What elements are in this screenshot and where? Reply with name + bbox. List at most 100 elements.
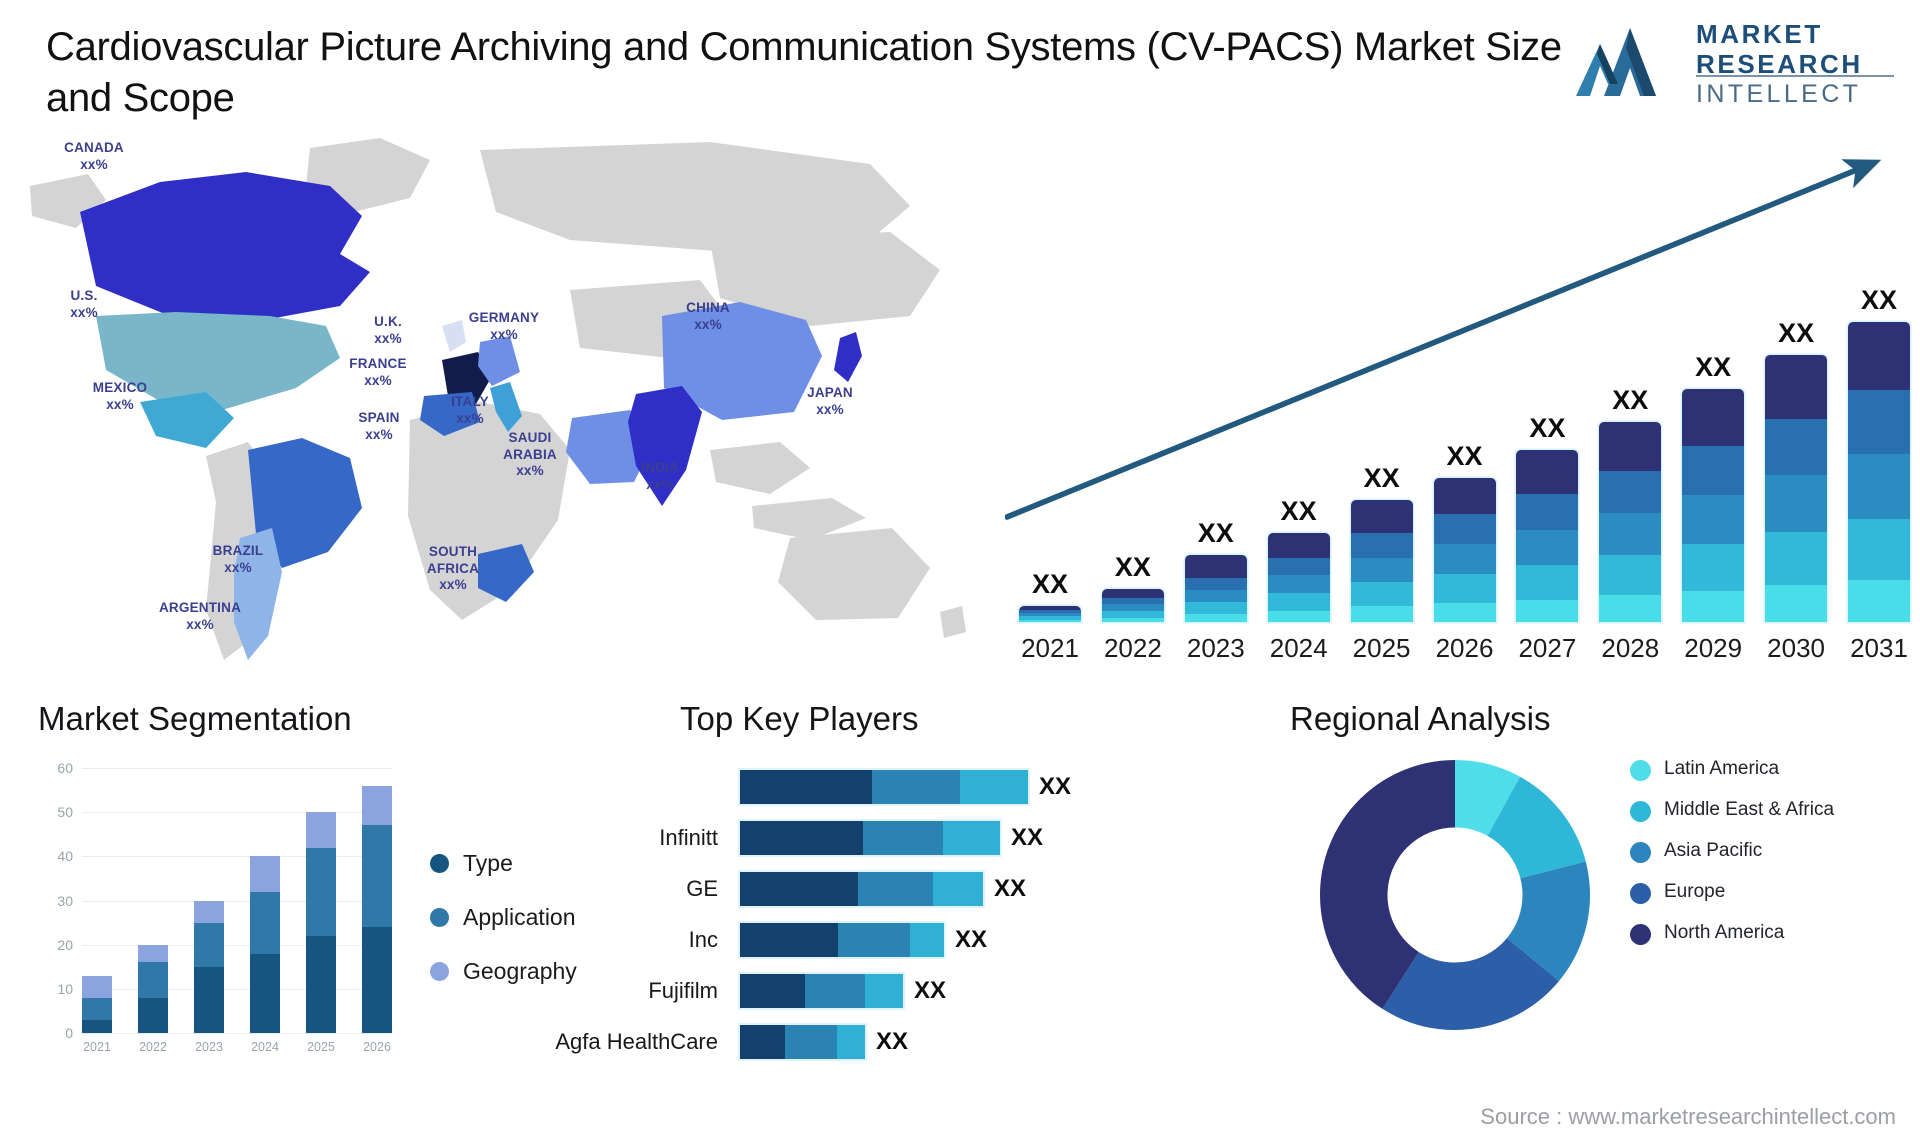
forecast-column: XX <box>1350 252 1413 622</box>
forecast-segment-segment-2 <box>1682 544 1745 591</box>
legend-label: Asia Pacific <box>1664 840 1763 861</box>
segmentation-segment-geography <box>306 812 336 848</box>
map-label-china: CHINA xx% <box>686 300 730 332</box>
segmentation-segment-application <box>250 891 280 954</box>
forecast-segment-segment-3 <box>1350 557 1413 582</box>
forecast-segment-segment-1 <box>1019 619 1081 622</box>
forecast-segment-segment-4 <box>1184 577 1247 590</box>
players-bars: XX XX XX XX XX XX Infinitt GE Inc Fujifilm Agfa He… <box>555 770 1071 1090</box>
forecast-segment-segment-5 <box>1433 477 1496 515</box>
legend-dot-icon <box>1630 924 1651 945</box>
player-name-label: Inc <box>688 927 718 952</box>
legend-label: Europe <box>1664 881 1726 902</box>
forecast-segment-segment-5 <box>1184 555 1247 578</box>
player-segment-part-2 <box>838 923 910 957</box>
forecast-segment-segment-1 <box>1599 595 1662 622</box>
segmentation-segment-application <box>306 847 336 936</box>
segmentation-legend: Type Application Geography <box>430 850 577 1012</box>
regional-legend-item: North America <box>1630 922 1834 945</box>
map-label-japan: JAPAN xx% <box>807 385 853 417</box>
player-bar: XX <box>740 923 987 957</box>
page-title: Cardiovascular Picture Archiving and Com… <box>46 25 1562 121</box>
segmentation-x-tick: 2026 <box>363 1040 391 1054</box>
forecast-segment-segment-2 <box>1267 593 1330 611</box>
segmentation-column: 2025 <box>306 812 336 1054</box>
forecast-segment-segment-2 <box>1848 518 1910 580</box>
forecast-value-label: XX <box>1031 569 1069 600</box>
forecast-segment-segment-4 <box>1765 418 1828 476</box>
player-segment-part-2 <box>785 1025 837 1059</box>
legend-dot-icon <box>1630 842 1651 863</box>
forecast-year-label: 2031 <box>1850 633 1908 663</box>
forecast-segment-segment-5 <box>1599 422 1662 471</box>
segmentation-segment-type <box>194 966 224 1033</box>
forecast-segment-segment-4 <box>1848 389 1910 455</box>
brand-logo: MARKET RESEARCH INTELLECT <box>1574 14 1894 110</box>
map-label-u-s-: U.S. xx% <box>70 288 98 320</box>
forecast-bar <box>1433 477 1496 622</box>
player-name-label: Agfa HealthCare <box>555 1029 718 1054</box>
forecast-segment-segment-2 <box>1516 565 1579 600</box>
forecast-segment-segment-5 <box>1350 499 1413 534</box>
regional-analysis-section: Regional Analysis Latin America Middle Ea… <box>1290 700 1910 1130</box>
segmentation-gridline <box>82 944 392 946</box>
player-segment-part-3 <box>837 1025 865 1059</box>
map-label-spain: SPAIN xx% <box>358 410 400 442</box>
regional-legend: Latin America Middle East & Africa Asia Pa… <box>1630 758 1834 963</box>
forecast-column: XX <box>1599 252 1662 622</box>
map-label-saudi-arabia: SAUDI ARABIA xx% <box>503 430 557 479</box>
world-map: CANADA xx% U.S. xx% MEXICO xx% BRAZIL xx% AR… <box>10 120 990 680</box>
forecast-segment-segment-5 <box>1101 588 1164 598</box>
segmentation-segment-application <box>82 997 112 1020</box>
forecast-segment-segment-4 <box>1599 470 1662 514</box>
legend-dot-icon <box>1630 760 1651 781</box>
forecast-segment-segment-2 <box>1184 602 1247 615</box>
top-key-players-section: Top Key Players XX XX XX XX XX XX Infinitt GE In… <box>555 700 1270 1130</box>
map-label-germany: GERMANY xx% <box>468 310 540 342</box>
forecast-value-label: XX <box>1280 496 1317 527</box>
market-forecast-chart: XX XX XX XX XX XX XX XX XX XX XX 2021 2022 2023 2024 2… <box>1005 140 1910 670</box>
player-value-label: XX <box>1011 824 1044 851</box>
forecast-value-label: XX <box>1529 412 1566 443</box>
player-segment-part-1 <box>740 821 863 855</box>
player-bar: XX <box>740 872 1026 906</box>
segmentation-x-tick: 2021 <box>83 1040 111 1054</box>
segmentation-segment-type <box>82 1019 112 1033</box>
player-segment-part-3 <box>865 974 903 1008</box>
forecast-column: XX <box>1019 252 1081 622</box>
map-label-india: INDIA xx% <box>641 460 679 492</box>
logo-divider <box>1696 75 1894 77</box>
forecast-year-label: 2026 <box>1435 633 1494 663</box>
regional-legend-item: Latin America <box>1630 758 1834 781</box>
segmentation-x-tick: 2023 <box>195 1040 223 1054</box>
forecast-segment-segment-5 <box>1516 449 1579 495</box>
forecast-segment-segment-3 <box>1765 475 1828 532</box>
legend-dot-icon <box>430 962 449 981</box>
segmentation-segment-geography <box>250 856 280 892</box>
map-label-mexico: MEXICO xx% <box>92 380 148 412</box>
segmentation-column: 2024 <box>250 856 280 1054</box>
regional-legend-item: Europe <box>1630 881 1834 904</box>
regional-legend-item: Asia Pacific <box>1630 840 1834 863</box>
map-label-u-k-: U.K. xx% <box>374 314 402 346</box>
segmentation-segment-application <box>194 922 224 967</box>
segmentation-y-tick: 30 <box>57 892 73 909</box>
forecast-segment-segment-2 <box>1599 555 1662 596</box>
forecast-segment-segment-5 <box>1682 388 1745 447</box>
forecast-bar <box>1599 422 1662 622</box>
segmentation-column: 2022 <box>138 944 168 1054</box>
forecast-value-label: XX <box>1114 551 1151 582</box>
regional-legend-item: Middle East & Africa <box>1630 799 1834 822</box>
segmentation-x-tick: 2025 <box>307 1040 335 1054</box>
segmentation-gridline <box>82 856 392 858</box>
segmentation-gridline <box>82 988 392 990</box>
segmentation-legend-item: Type <box>430 850 577 877</box>
market-segmentation-section: Market Segmentation 0 10 20 30 40 50 60 2021 202… <box>30 700 630 1130</box>
forecast-year-label: 2029 <box>1684 633 1743 663</box>
forecast-segment-segment-4 <box>1516 494 1579 530</box>
forecast-segment-segment-3 <box>1848 454 1910 519</box>
forecast-bar <box>1682 388 1745 622</box>
legend-dot-icon <box>1630 883 1651 904</box>
forecast-column: XX <box>1682 252 1745 622</box>
legend-label: Middle East & Africa <box>1664 799 1835 820</box>
